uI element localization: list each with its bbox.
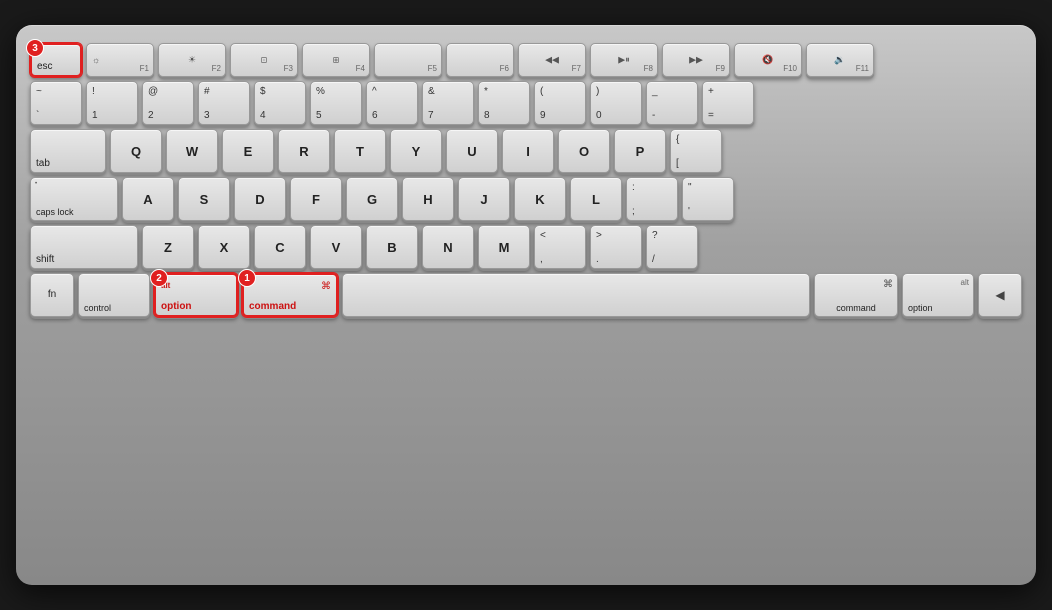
key-2[interactable]: @ 2 (142, 81, 194, 125)
key-tab[interactable]: tab (30, 129, 106, 173)
key-a[interactable]: A (122, 177, 174, 221)
key-slash[interactable]: ? / (646, 225, 698, 269)
key-i[interactable]: I (502, 129, 554, 173)
key-space[interactable] (342, 273, 810, 317)
key-f4[interactable]: ⊞ F4 (302, 43, 370, 77)
badge-2: 2 (150, 269, 168, 287)
key-f7[interactable]: ◀◀ F7 (518, 43, 586, 77)
bottom-row: fn control 2 alt option 1 ⌘ command ⌘ co… (30, 273, 1022, 317)
key-7[interactable]: & 7 (422, 81, 474, 125)
key-fn[interactable]: fn (30, 273, 74, 317)
key-option-right[interactable]: alt option (902, 273, 974, 317)
key-control[interactable]: control (78, 273, 150, 317)
key-arrow[interactable]: ◀ (978, 273, 1022, 317)
key-t[interactable]: T (334, 129, 386, 173)
key-k[interactable]: K (514, 177, 566, 221)
key-1[interactable]: ! 1 (86, 81, 138, 125)
z-row: shift Z X C V B N M < , > . ? / (30, 225, 1022, 269)
fn-row: 3 esc ☼ F1 ☀ F2 ⊡ F3 ⊞ F4 F5 F6 ◀◀ F7 (30, 43, 1022, 77)
key-h[interactable]: H (402, 177, 454, 221)
key-u[interactable]: U (446, 129, 498, 173)
key-equals[interactable]: + = (702, 81, 754, 125)
key-4[interactable]: $ 4 (254, 81, 306, 125)
key-z[interactable]: Z (142, 225, 194, 269)
key-capslock[interactable]: • caps lock (30, 177, 118, 221)
key-semicolon[interactable]: : ; (626, 177, 678, 221)
key-f5[interactable]: F5 (374, 43, 442, 77)
key-f2[interactable]: ☀ F2 (158, 43, 226, 77)
key-period[interactable]: > . (590, 225, 642, 269)
key-c[interactable]: C (254, 225, 306, 269)
key-f8[interactable]: ▶⏸ F8 (590, 43, 658, 77)
key-minus[interactable]: _ - (646, 81, 698, 125)
key-j[interactable]: J (458, 177, 510, 221)
key-v[interactable]: V (310, 225, 362, 269)
badge-3: 3 (26, 39, 44, 57)
key-n[interactable]: N (422, 225, 474, 269)
key-5[interactable]: % 5 (310, 81, 362, 125)
q-row: tab Q W E R T Y U I O P { [ (30, 129, 1022, 173)
key-f11[interactable]: 🔉 F11 (806, 43, 874, 77)
key-3[interactable]: # 3 (198, 81, 250, 125)
key-s[interactable]: S (178, 177, 230, 221)
keyboard: 3 esc ☼ F1 ☀ F2 ⊡ F3 ⊞ F4 F5 F6 ◀◀ F7 (16, 25, 1036, 585)
key-q[interactable]: Q (110, 129, 162, 173)
key-o[interactable]: O (558, 129, 610, 173)
key-r[interactable]: R (278, 129, 330, 173)
key-f3[interactable]: ⊡ F3 (230, 43, 298, 77)
key-b[interactable]: B (366, 225, 418, 269)
esc-label: esc (37, 62, 75, 72)
key-w[interactable]: W (166, 129, 218, 173)
key-command-left[interactable]: 1 ⌘ command (242, 273, 338, 317)
key-f6[interactable]: F6 (446, 43, 514, 77)
num-row: ~ ` ! 1 @ 2 # 3 $ 4 % 5 ^ 6 & 7 (30, 81, 1022, 125)
key-f[interactable]: F (290, 177, 342, 221)
key-command-right[interactable]: ⌘ command (814, 273, 898, 317)
badge-1: 1 (238, 269, 256, 287)
key-comma[interactable]: < , (534, 225, 586, 269)
key-f9[interactable]: ▶▶ F9 (662, 43, 730, 77)
key-p[interactable]: P (614, 129, 666, 173)
key-quote[interactable]: " ' (682, 177, 734, 221)
key-f1[interactable]: ☼ F1 (86, 43, 154, 77)
key-m[interactable]: M (478, 225, 530, 269)
key-y[interactable]: Y (390, 129, 442, 173)
key-0[interactable]: ) 0 (590, 81, 642, 125)
key-l[interactable]: L (570, 177, 622, 221)
key-tilde[interactable]: ~ ` (30, 81, 82, 125)
key-x[interactable]: X (198, 225, 250, 269)
key-bracket-open[interactable]: { [ (670, 129, 722, 173)
key-g[interactable]: G (346, 177, 398, 221)
key-shift-left[interactable]: shift (30, 225, 138, 269)
key-d[interactable]: D (234, 177, 286, 221)
key-8[interactable]: * 8 (478, 81, 530, 125)
a-row: • caps lock A S D F G H J K L : ; " ' (30, 177, 1022, 221)
key-e[interactable]: E (222, 129, 274, 173)
key-9[interactable]: ( 9 (534, 81, 586, 125)
key-option-left[interactable]: 2 alt option (154, 273, 238, 317)
key-esc[interactable]: 3 esc (30, 43, 82, 77)
key-f10[interactable]: 🔇 F10 (734, 43, 802, 77)
key-6[interactable]: ^ 6 (366, 81, 418, 125)
